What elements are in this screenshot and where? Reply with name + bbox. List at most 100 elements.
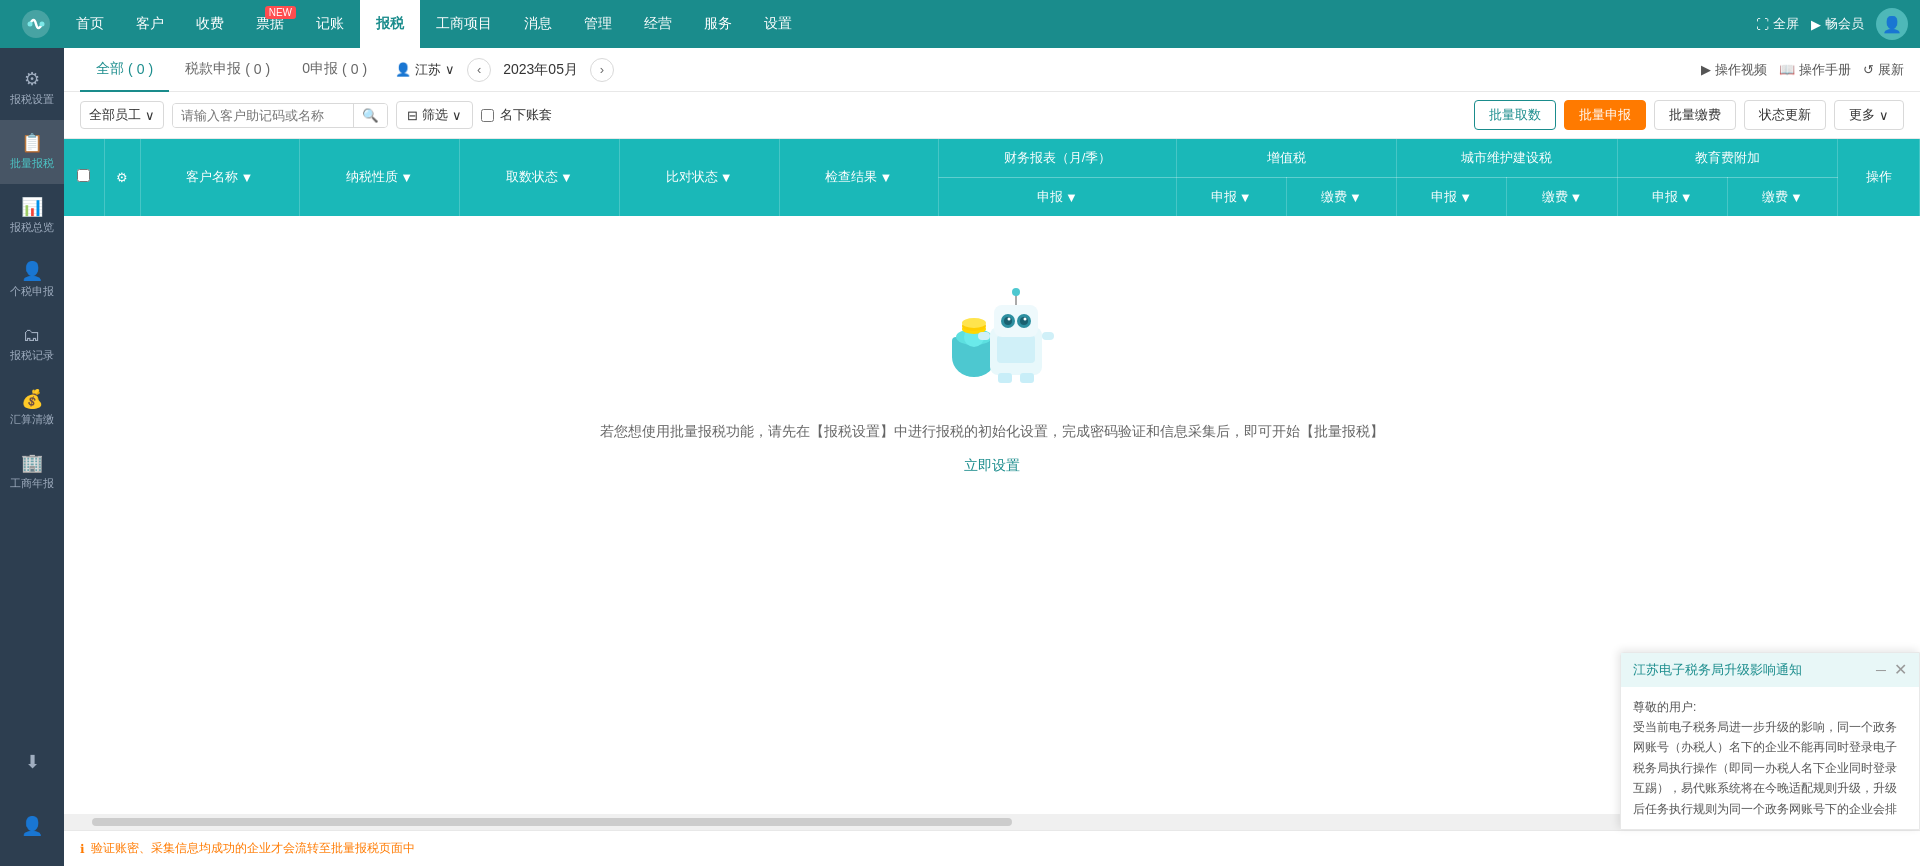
notification-header: 江苏电子税务局升级影响通知 ─ ✕ — [1621, 653, 1919, 687]
sidebar-item-tax-overview[interactable]: 📊 报税总览 — [0, 184, 64, 248]
nav-accounting[interactable]: 记账 — [300, 0, 360, 48]
sidebar-item-settlement[interactable]: 💰 汇算清缴 — [0, 376, 64, 440]
th-vat-pay: 缴费 ▼ — [1286, 178, 1396, 217]
batch-fetch-button[interactable]: 批量取数 — [1474, 100, 1556, 130]
nav-right-actions: ⛶ 全屏 ▶ 畅会员 👤 — [1756, 8, 1908, 40]
th-city-maintenance: 城市维护建设税 — [1397, 139, 1617, 178]
member-button[interactable]: ▶ 畅会员 — [1811, 15, 1864, 33]
th-checkbox[interactable] — [64, 139, 104, 216]
th-education-surcharge: 教育费附加 — [1617, 139, 1837, 178]
th-vat-declare: 申报 ▼ — [1176, 178, 1286, 217]
employee-select[interactable]: 全部员工 ∨ — [80, 101, 164, 129]
employee-select-label: 全部员工 — [89, 106, 141, 124]
notification-title: 江苏电子税务局升级影响通知 — [1633, 661, 1802, 679]
fullscreen-icon: ⛶ — [1756, 17, 1769, 32]
settlement-icon: 💰 — [21, 390, 43, 408]
svg-point-17 — [1007, 317, 1010, 320]
batch-declare-button[interactable]: 批量申报 — [1564, 100, 1646, 130]
filter-icon[interactable]: ▼ — [1239, 190, 1252, 205]
nav-message[interactable]: 消息 — [508, 0, 568, 48]
new-badge: NEW — [265, 6, 296, 19]
nav-operation[interactable]: 经营 — [628, 0, 688, 48]
region-selector[interactable]: 👤 江苏 ∨ — [383, 61, 467, 79]
nav-invoice[interactable]: 票据 NEW — [240, 0, 300, 48]
nav-tax[interactable]: 报税 — [360, 0, 420, 48]
filter-icon[interactable]: ▼ — [1790, 190, 1803, 205]
th-edu-pay: 缴费 ▼ — [1727, 178, 1837, 217]
tab-zero-declare[interactable]: 0申报(0) — [286, 48, 383, 92]
sidebar-item-download[interactable]: ⬇ — [0, 730, 64, 794]
empty-description: 若您想使用批量报税功能，请先在【报税设置】中进行报税的初始化设置，完成密码验证和… — [600, 423, 1384, 441]
download-icon: ⬇ — [25, 753, 40, 771]
select-all-checkbox[interactable] — [77, 169, 90, 182]
filter-icon[interactable]: ▼ — [1065, 190, 1078, 205]
robot-illustration — [922, 277, 1062, 407]
svg-rect-12 — [994, 305, 1038, 337]
th-operations: 操作 — [1838, 139, 1920, 216]
name-subset-checkbox[interactable]: 名下账套 — [481, 106, 552, 124]
sidebar-item-individual-tax[interactable]: 👤 个税申报 — [0, 248, 64, 312]
sidebar-item-profile[interactable]: 👤 — [0, 794, 64, 858]
th-compare-status: 比对状态 ▼ — [619, 139, 779, 216]
th-edu-declare: 申报 ▼ — [1617, 178, 1727, 217]
filter-icon[interactable]: ▼ — [1680, 190, 1693, 205]
name-subset-input[interactable] — [481, 109, 494, 122]
tax-settings-icon: ⚙ — [24, 70, 40, 88]
svg-rect-24 — [1020, 373, 1034, 383]
toolbar: 全部员工 ∨ 🔍 ⊟ 筛选 ∨ 名下账套 批量取数 批量申报 批量缴费 状态更新 — [64, 92, 1920, 139]
sidebar-item-tax-records[interactable]: 🗂 报税记录 — [0, 312, 64, 376]
avatar[interactable]: 👤 — [1876, 8, 1908, 40]
nav-home[interactable]: 首页 — [60, 0, 120, 48]
refresh-button[interactable]: ↺ 展新 — [1863, 61, 1904, 79]
nav-billing[interactable]: 收费 — [180, 0, 240, 48]
tab-tax-declare[interactable]: 税款申报(0) — [169, 48, 286, 92]
filter-icon[interactable]: ▼ — [1570, 190, 1583, 205]
notification-text: 尊敬的用户: 受当前电子税务局进一步升级的影响，同一个政务网账号（办税人）名下的… — [1633, 697, 1907, 819]
nav-service[interactable]: 服务 — [688, 0, 748, 48]
date-next-button[interactable]: › — [590, 58, 614, 82]
nav-client[interactable]: 客户 — [120, 0, 180, 48]
operation-manual-button[interactable]: 📖 操作手册 — [1779, 61, 1851, 79]
filter-icon[interactable]: ▼ — [1459, 190, 1472, 205]
nav-settings[interactable]: 设置 — [748, 0, 808, 48]
date-display: 2023年05月 — [491, 61, 590, 79]
filter-icon[interactable]: ▼ — [1349, 190, 1362, 205]
filter-icon: ⊟ — [407, 108, 418, 123]
member-icon: ▶ — [1811, 17, 1821, 32]
filter-icon[interactable]: ▼ — [720, 170, 733, 185]
fullscreen-button[interactable]: ⛶ 全屏 — [1756, 15, 1799, 33]
search-button[interactable]: 🔍 — [353, 104, 387, 127]
svg-rect-22 — [1042, 332, 1054, 340]
more-button[interactable]: 更多 ∨ — [1834, 100, 1904, 130]
filter-button[interactable]: ⊟ 筛选 ∨ — [396, 101, 473, 129]
date-prev-button[interactable]: ‹ — [467, 58, 491, 82]
tab-all[interactable]: 全部(0) — [80, 48, 169, 92]
toolbar-right: 批量取数 批量申报 批量缴费 状态更新 更多 ∨ — [1474, 100, 1904, 130]
sidebar-item-batch-tax[interactable]: 📋 批量报税 — [0, 120, 64, 184]
nav-manage[interactable]: 管理 — [568, 0, 628, 48]
filter-icon[interactable]: ▼ — [879, 170, 892, 185]
search-input[interactable] — [173, 104, 353, 127]
status-update-button[interactable]: 状态更新 — [1744, 100, 1826, 130]
main-table: ⚙ 客户名称 ▼ 纳税性质 ▼ — [64, 139, 1920, 535]
th-client-name: 客户名称 ▼ — [140, 139, 300, 216]
th-vat: 增值税 — [1176, 139, 1396, 178]
setup-link[interactable]: 立即设置 — [964, 457, 1020, 475]
svg-rect-21 — [978, 332, 990, 340]
top-navigation: 首页 客户 收费 票据 NEW 记账 报税 工商项目 消息 管理 经营 服务 设… — [0, 0, 1920, 48]
operation-video-button[interactable]: ▶ 操作视频 — [1701, 61, 1767, 79]
empty-state: 若您想使用批量报税功能，请先在【报税设置】中进行报税的初始化设置，完成密码验证和… — [64, 217, 1920, 535]
notification-body: 尊敬的用户: 受当前电子税务局进一步升级的影响，同一个政务网账号（办税人）名下的… — [1621, 687, 1919, 829]
filter-icon[interactable]: ▼ — [400, 170, 413, 185]
filter-icon[interactable]: ▼ — [240, 170, 253, 185]
notification-close-button[interactable]: ✕ — [1894, 662, 1907, 678]
sidebar-item-annual-report[interactable]: 🏢 工商年报 — [0, 440, 64, 504]
search-box: 🔍 — [172, 103, 388, 128]
logo — [12, 0, 60, 48]
notification-minimize-button[interactable]: ─ — [1876, 662, 1886, 678]
filter-icon[interactable]: ▼ — [560, 170, 573, 185]
batch-pay-button[interactable]: 批量缴费 — [1654, 100, 1736, 130]
svg-point-9 — [962, 318, 986, 328]
sidebar-item-tax-settings[interactable]: ⚙ 报税设置 — [0, 56, 64, 120]
nav-business[interactable]: 工商项目 — [420, 0, 508, 48]
